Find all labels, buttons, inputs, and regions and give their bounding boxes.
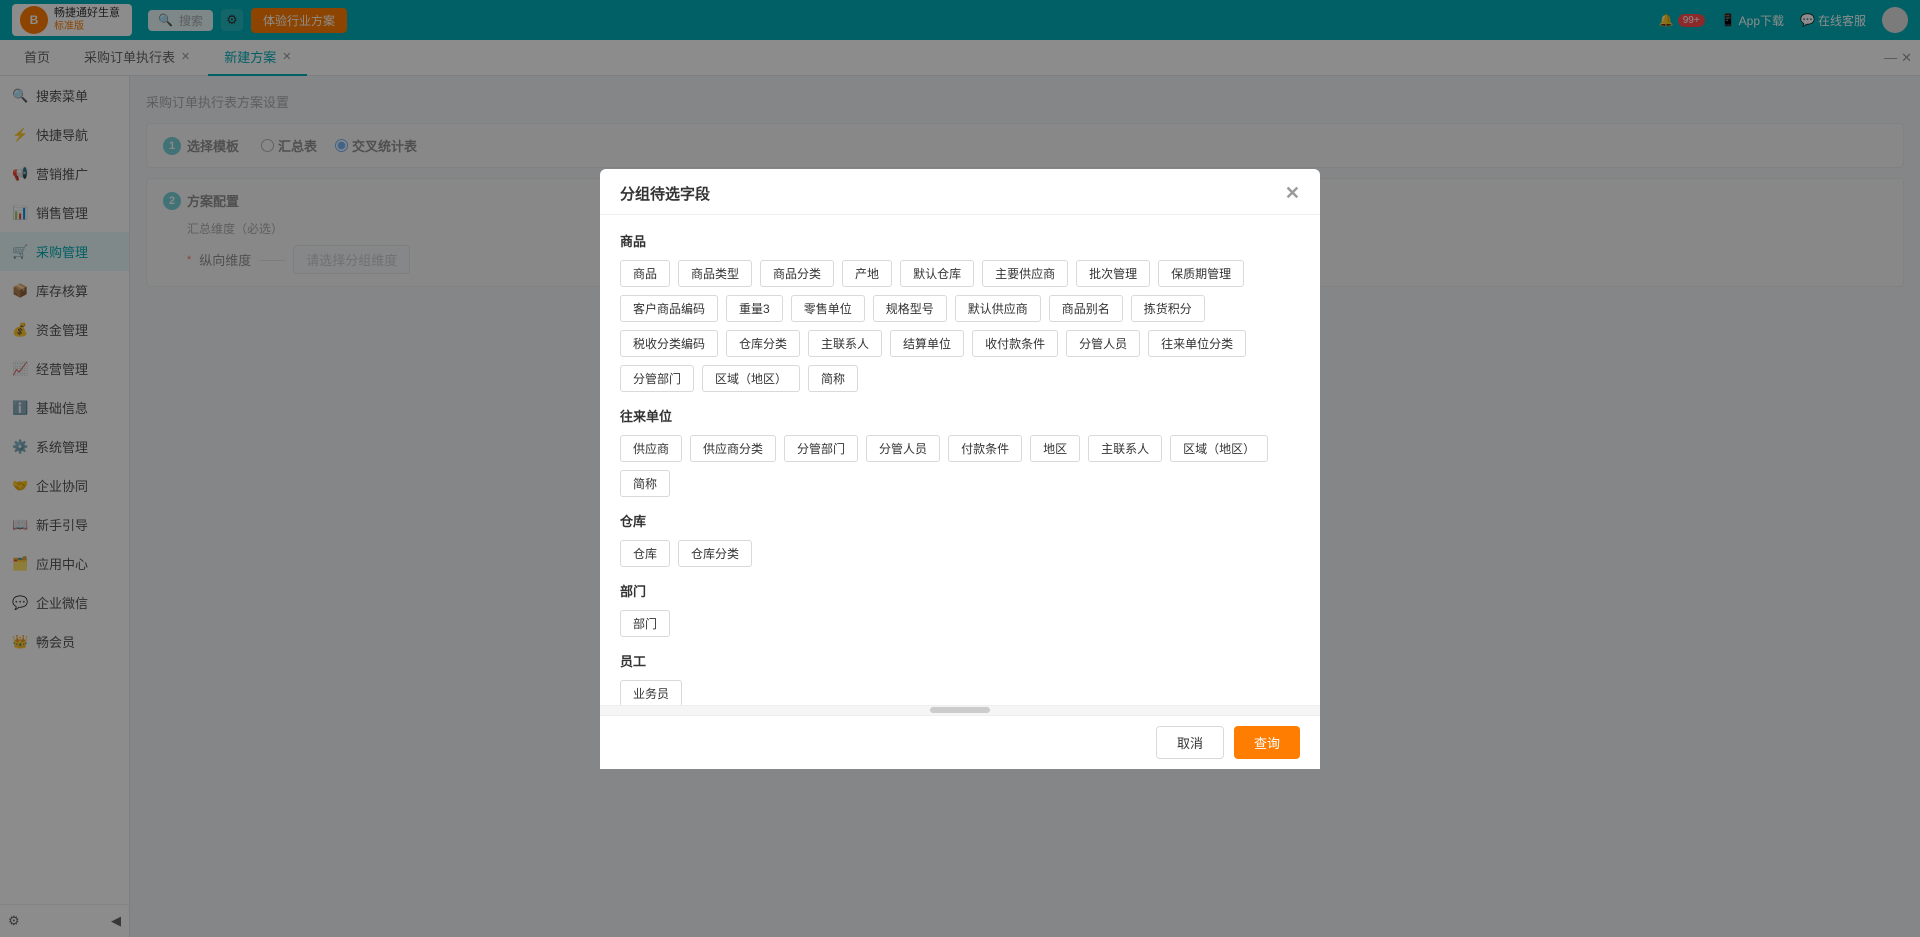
modal-header: 分组待选字段 ✕ [600,169,1320,215]
modal-title: 分组待选字段 [620,183,710,204]
field-tag[interactable]: 主联系人 [808,330,882,357]
field-tag[interactable]: 默认供应商 [955,295,1041,322]
field-tag[interactable]: 仓库分类 [678,540,752,567]
field-tag[interactable]: 仓库分类 [726,330,800,357]
field-tag[interactable]: 业务员 [620,680,682,706]
section-title-warehouse: 仓库 [620,511,1300,530]
field-tag[interactable]: 商品别名 [1049,295,1123,322]
field-tag[interactable]: 地区 [1030,435,1080,462]
field-tag[interactable]: 分管部门 [784,435,858,462]
section-title-department: 部门 [620,581,1300,600]
employee-fields: 业务员 [620,680,1300,706]
field-tag[interactable]: 批次管理 [1076,260,1150,287]
field-tag[interactable]: 区域（地区） [702,365,800,392]
field-tag[interactable]: 税收分类编码 [620,330,718,357]
field-tag[interactable]: 结算单位 [890,330,964,357]
field-tag[interactable]: 供应商 [620,435,682,462]
field-tag[interactable]: 简称 [620,470,670,497]
modal-overlay: 分组待选字段 ✕ 商品 商品 商品类型 商品分类 产地 默认仓库 主要供应商 批… [0,0,1920,937]
field-select-modal: 分组待选字段 ✕ 商品 商品 商品类型 商品分类 产地 默认仓库 主要供应商 批… [600,169,1320,769]
field-tag[interactable]: 重量3 [726,295,783,322]
product-fields: 商品 商品类型 商品分类 产地 默认仓库 主要供应商 批次管理 保质期管理 客户… [620,260,1300,392]
field-tag[interactable]: 供应商分类 [690,435,776,462]
field-tag[interactable]: 拣货积分 [1131,295,1205,322]
field-tag[interactable]: 往来单位分类 [1148,330,1246,357]
field-tag[interactable]: 商品类型 [678,260,752,287]
partner-fields: 供应商 供应商分类 分管部门 分管人员 付款条件 地区 主联系人 区域（地区） … [620,435,1300,497]
field-tag[interactable]: 收付款条件 [972,330,1058,357]
warehouse-fields: 仓库 仓库分类 [620,540,1300,567]
field-tag[interactable]: 产地 [842,260,892,287]
field-tag[interactable]: 主要供应商 [982,260,1068,287]
field-tag[interactable]: 分管人员 [1066,330,1140,357]
field-tag[interactable]: 区域（地区） [1170,435,1268,462]
field-tag[interactable]: 付款条件 [948,435,1022,462]
field-tag[interactable]: 商品分类 [760,260,834,287]
field-tag[interactable]: 分管人员 [866,435,940,462]
modal-body: 商品 商品 商品类型 商品分类 产地 默认仓库 主要供应商 批次管理 保质期管理… [600,215,1320,706]
hscroll-thumb[interactable] [930,707,990,713]
field-tag[interactable]: 分管部门 [620,365,694,392]
field-tag[interactable]: 规格型号 [873,295,947,322]
app-layout: 🔍 搜索菜单 ⚡ 快捷导航 📢 营销推广 📊 销售管理 🛒 采购管理 📦 库存核… [0,76,1920,937]
modal-close-btn[interactable]: ✕ [1285,183,1300,204]
modal-hscroll [600,705,1320,714]
modal-footer: 取消 查询 [600,715,1320,769]
field-tag[interactable]: 保质期管理 [1158,260,1244,287]
field-tag[interactable]: 简称 [808,365,858,392]
field-tag[interactable]: 商品 [620,260,670,287]
field-tag[interactable]: 仓库 [620,540,670,567]
field-tag[interactable]: 客户商品编码 [620,295,718,322]
section-title-product: 商品 [620,231,1300,250]
field-tag[interactable]: 部门 [620,610,670,637]
confirm-button[interactable]: 查询 [1234,726,1300,759]
field-tag[interactable]: 零售单位 [791,295,865,322]
section-title-employee: 员工 [620,651,1300,670]
department-fields: 部门 [620,610,1300,637]
field-tag[interactable]: 主联系人 [1088,435,1162,462]
section-title-partner: 往来单位 [620,406,1300,425]
cancel-button[interactable]: 取消 [1156,726,1224,759]
field-tag[interactable]: 默认仓库 [900,260,974,287]
